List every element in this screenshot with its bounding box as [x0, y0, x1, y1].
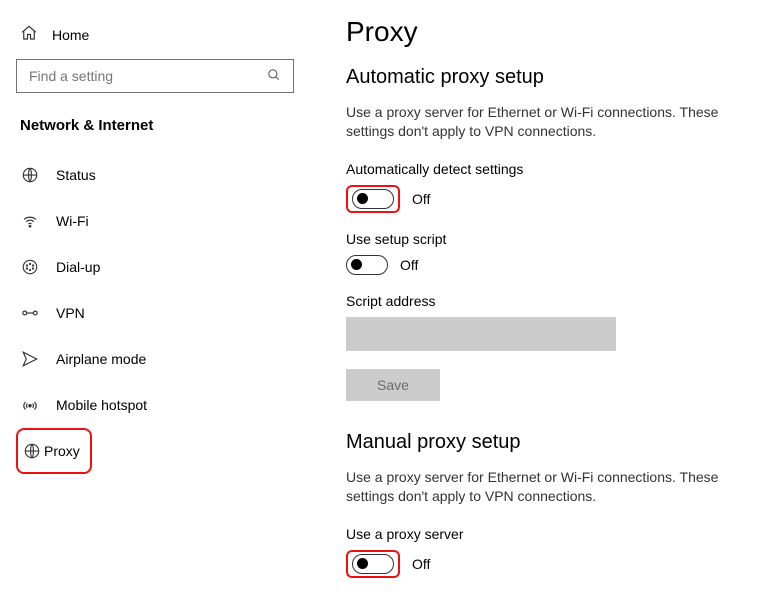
script-address-input[interactable] [346, 317, 616, 351]
airplane-icon [20, 350, 40, 368]
auto-detect-state: Off [412, 191, 430, 207]
home-icon [20, 24, 38, 45]
sidebar-item-proxy[interactable]: Proxy [16, 428, 92, 474]
sidebar-item-label: Wi-Fi [56, 213, 89, 229]
auto-detect-label: Automatically detect settings [346, 161, 756, 177]
vpn-icon [20, 304, 40, 322]
sidebar-item-status[interactable]: Status [16, 152, 294, 198]
sidebar-item-label: VPN [56, 305, 85, 321]
sidebar-item-label: Status [56, 167, 96, 183]
wifi-icon [20, 212, 40, 230]
use-proxy-label: Use a proxy server [346, 526, 756, 542]
hotspot-icon [20, 396, 40, 414]
status-icon [20, 166, 40, 184]
proxy-icon [22, 442, 42, 460]
sidebar-item-label: Airplane mode [56, 351, 146, 367]
search-input[interactable] [29, 68, 267, 84]
sidebar-item-vpn[interactable]: VPN [16, 290, 294, 336]
auto-detect-toggle[interactable] [352, 189, 394, 209]
manual-section-desc: Use a proxy server for Ethernet or Wi-Fi… [346, 468, 756, 506]
setup-script-label: Use setup script [346, 231, 756, 247]
save-button[interactable]: Save [346, 369, 440, 401]
page-title: Proxy [346, 16, 756, 48]
auto-section-title: Automatic proxy setup [346, 66, 756, 89]
use-proxy-toggle-row: Off [346, 550, 756, 578]
sidebar-item-label: Mobile hotspot [56, 397, 147, 413]
search-box[interactable] [16, 59, 294, 93]
setup-script-toggle-row: Off [346, 255, 756, 275]
auto-section-desc: Use a proxy server for Ethernet or Wi-Fi… [346, 103, 756, 141]
dialup-icon [20, 258, 40, 276]
search-icon [267, 68, 281, 85]
sidebar-item-wifi[interactable]: Wi-Fi [16, 198, 294, 244]
highlight-annotation [346, 550, 400, 578]
sidebar-item-airplane[interactable]: Airplane mode [16, 336, 294, 382]
sidebar-item-dialup[interactable]: Dial-up [16, 244, 294, 290]
script-address-label: Script address [346, 293, 756, 309]
auto-detect-toggle-row: Off [346, 185, 756, 213]
sidebar-item-hotspot[interactable]: Mobile hotspot [16, 382, 294, 428]
sidebar-item-label: Proxy [44, 443, 80, 459]
home-link[interactable]: Home [16, 20, 294, 59]
highlight-annotation [346, 185, 400, 213]
main-content: Proxy Automatic proxy setup Use a proxy … [310, 0, 784, 600]
category-title: Network & Internet [16, 117, 294, 134]
manual-section-title: Manual proxy setup [346, 431, 756, 454]
sidebar: Home Network & Internet Status Wi-Fi Dia… [0, 0, 310, 600]
use-proxy-toggle[interactable] [352, 554, 394, 574]
setup-script-state: Off [400, 257, 418, 273]
use-proxy-state: Off [412, 556, 430, 572]
setup-script-toggle[interactable] [346, 255, 388, 275]
sidebar-item-label: Dial-up [56, 259, 100, 275]
nav-list: Status Wi-Fi Dial-up VPN Airplane mode [16, 152, 294, 474]
home-label: Home [52, 27, 89, 43]
